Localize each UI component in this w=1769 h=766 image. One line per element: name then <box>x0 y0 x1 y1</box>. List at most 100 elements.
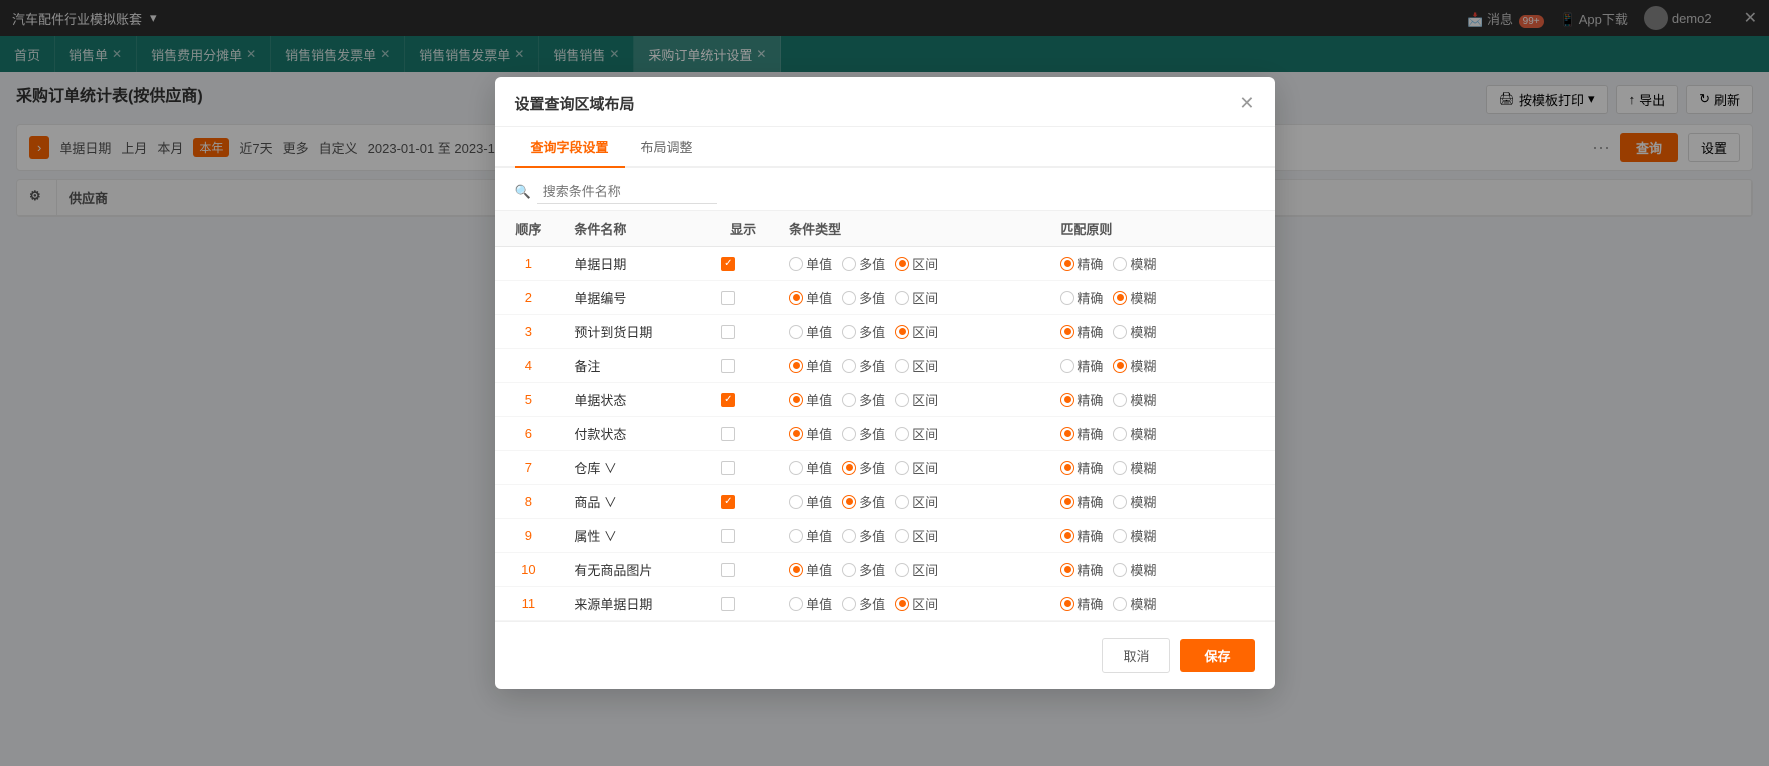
type-radio-区间[interactable]: 区间 <box>895 526 938 545</box>
display-checkbox[interactable] <box>721 495 735 509</box>
display-checkbox[interactable] <box>721 325 735 339</box>
match-radio-精确[interactable]: 精确 <box>1060 356 1103 375</box>
type-radio-多值[interactable]: 多值 <box>842 458 885 477</box>
row-name: 单据编号 <box>562 281 709 315</box>
type-radio-多值[interactable]: 多值 <box>842 254 885 273</box>
radio-circle <box>1060 359 1074 373</box>
type-radio-单值[interactable]: 单值 <box>789 254 832 273</box>
type-radio-区间[interactable]: 区间 <box>895 254 938 273</box>
match-radio-模糊[interactable]: 模糊 <box>1113 356 1156 375</box>
dialog-search-area: 🔍 <box>495 168 1275 211</box>
row-match-cell: 精确模糊 <box>1048 417 1274 451</box>
row-name: 预计到货日期 <box>562 315 709 349</box>
type-radio-单值[interactable]: 单值 <box>789 356 832 375</box>
display-checkbox[interactable] <box>721 393 735 407</box>
type-radio-单值[interactable]: 单值 <box>789 424 832 443</box>
radio-circle <box>895 325 909 339</box>
tab-query-fields[interactable]: 查询字段设置 <box>515 127 625 168</box>
match-radio-精确[interactable]: 精确 <box>1060 288 1103 307</box>
display-checkbox[interactable] <box>721 291 735 305</box>
match-radio-精确[interactable]: 精确 <box>1060 526 1103 545</box>
type-radio-区间[interactable]: 区间 <box>895 594 938 613</box>
table-row: 9属性 ∨单值多值区间精确模糊 <box>495 519 1275 553</box>
display-checkbox[interactable] <box>721 597 735 611</box>
type-radio-区间[interactable]: 区间 <box>895 560 938 579</box>
radio-circle <box>895 291 909 305</box>
type-radio-多值[interactable]: 多值 <box>842 492 885 511</box>
tab-layout-adjust[interactable]: 布局调整 <box>625 127 709 168</box>
match-radio-精确[interactable]: 精确 <box>1060 560 1103 579</box>
match-radio-模糊[interactable]: 模糊 <box>1113 288 1156 307</box>
type-radio-多值[interactable]: 多值 <box>842 594 885 613</box>
row-type-cell: 单值多值区间 <box>777 383 1048 417</box>
type-radio-单值[interactable]: 单值 <box>789 390 832 409</box>
type-radio-单值[interactable]: 单值 <box>789 322 832 341</box>
type-radio-单值[interactable]: 单值 <box>789 492 832 511</box>
radio-circle <box>789 359 803 373</box>
match-radio-模糊[interactable]: 模糊 <box>1113 390 1156 409</box>
type-radio-区间[interactable]: 区间 <box>895 322 938 341</box>
display-checkbox[interactable] <box>721 359 735 373</box>
type-radio-多值[interactable]: 多值 <box>842 526 885 545</box>
save-button[interactable]: 保存 <box>1180 639 1254 672</box>
display-checkbox[interactable] <box>721 257 735 271</box>
match-radio-模糊[interactable]: 模糊 <box>1113 492 1156 511</box>
match-radio-精确[interactable]: 精确 <box>1060 458 1103 477</box>
type-radio-单值[interactable]: 单值 <box>789 594 832 613</box>
type-radio-多值[interactable]: 多值 <box>842 390 885 409</box>
radio-circle <box>1113 325 1127 339</box>
table-row: 6付款状态单值多值区间精确模糊 <box>495 417 1275 451</box>
type-radio-多值[interactable]: 多值 <box>842 288 885 307</box>
match-radio-精确[interactable]: 精确 <box>1060 424 1103 443</box>
display-checkbox[interactable] <box>721 427 735 441</box>
type-radio-单值[interactable]: 单值 <box>789 288 832 307</box>
display-checkbox[interactable] <box>721 461 735 475</box>
radio-circle <box>1113 257 1127 271</box>
row-seq: 6 <box>495 417 563 451</box>
type-radio-多值[interactable]: 多值 <box>842 322 885 341</box>
row-display-cell <box>709 587 777 621</box>
row-seq: 1 <box>495 247 563 281</box>
row-match-cell: 精确模糊 <box>1048 485 1274 519</box>
match-radio-精确[interactable]: 精确 <box>1060 492 1103 511</box>
dialog-header: 设置查询区域布局 ✕ <box>495 77 1275 127</box>
col-match: 匹配原则 <box>1048 211 1274 247</box>
type-radio-多值[interactable]: 多值 <box>842 560 885 579</box>
radio-circle <box>1060 291 1074 305</box>
match-radio-模糊[interactable]: 模糊 <box>1113 458 1156 477</box>
match-radio-精确[interactable]: 精确 <box>1060 390 1103 409</box>
type-radio-多值[interactable]: 多值 <box>842 356 885 375</box>
match-radio-模糊[interactable]: 模糊 <box>1113 254 1156 273</box>
match-radio-模糊[interactable]: 模糊 <box>1113 594 1156 613</box>
match-radio-模糊[interactable]: 模糊 <box>1113 424 1156 443</box>
type-radio-单值[interactable]: 单值 <box>789 560 832 579</box>
radio-circle <box>842 563 856 577</box>
display-checkbox[interactable] <box>721 563 735 577</box>
row-type-cell: 单值多值区间 <box>777 553 1048 587</box>
match-radio-模糊[interactable]: 模糊 <box>1113 526 1156 545</box>
radio-circle <box>1113 359 1127 373</box>
radio-circle <box>895 563 909 577</box>
row-display-cell <box>709 383 777 417</box>
row-display-cell <box>709 247 777 281</box>
match-radio-精确[interactable]: 精确 <box>1060 322 1103 341</box>
type-radio-区间[interactable]: 区间 <box>895 458 938 477</box>
match-radio-精确[interactable]: 精确 <box>1060 594 1103 613</box>
radio-circle <box>1113 427 1127 441</box>
type-radio-单值[interactable]: 单值 <box>789 526 832 545</box>
cancel-button[interactable]: 取消 <box>1102 638 1170 673</box>
type-radio-多值[interactable]: 多值 <box>842 424 885 443</box>
type-radio-区间[interactable]: 区间 <box>895 390 938 409</box>
search-input[interactable] <box>537 180 717 204</box>
match-radio-模糊[interactable]: 模糊 <box>1113 322 1156 341</box>
type-radio-区间[interactable]: 区间 <box>895 288 938 307</box>
match-radio-精确[interactable]: 精确 <box>1060 254 1103 273</box>
display-checkbox[interactable] <box>721 529 735 543</box>
type-radio-单值[interactable]: 单值 <box>789 458 832 477</box>
type-radio-区间[interactable]: 区间 <box>895 492 938 511</box>
type-radio-区间[interactable]: 区间 <box>895 356 938 375</box>
match-radio-模糊[interactable]: 模糊 <box>1113 560 1156 579</box>
row-name: 属性 ∨ <box>562 519 709 553</box>
dialog-close-button[interactable]: ✕ <box>1239 93 1254 114</box>
type-radio-区间[interactable]: 区间 <box>895 424 938 443</box>
